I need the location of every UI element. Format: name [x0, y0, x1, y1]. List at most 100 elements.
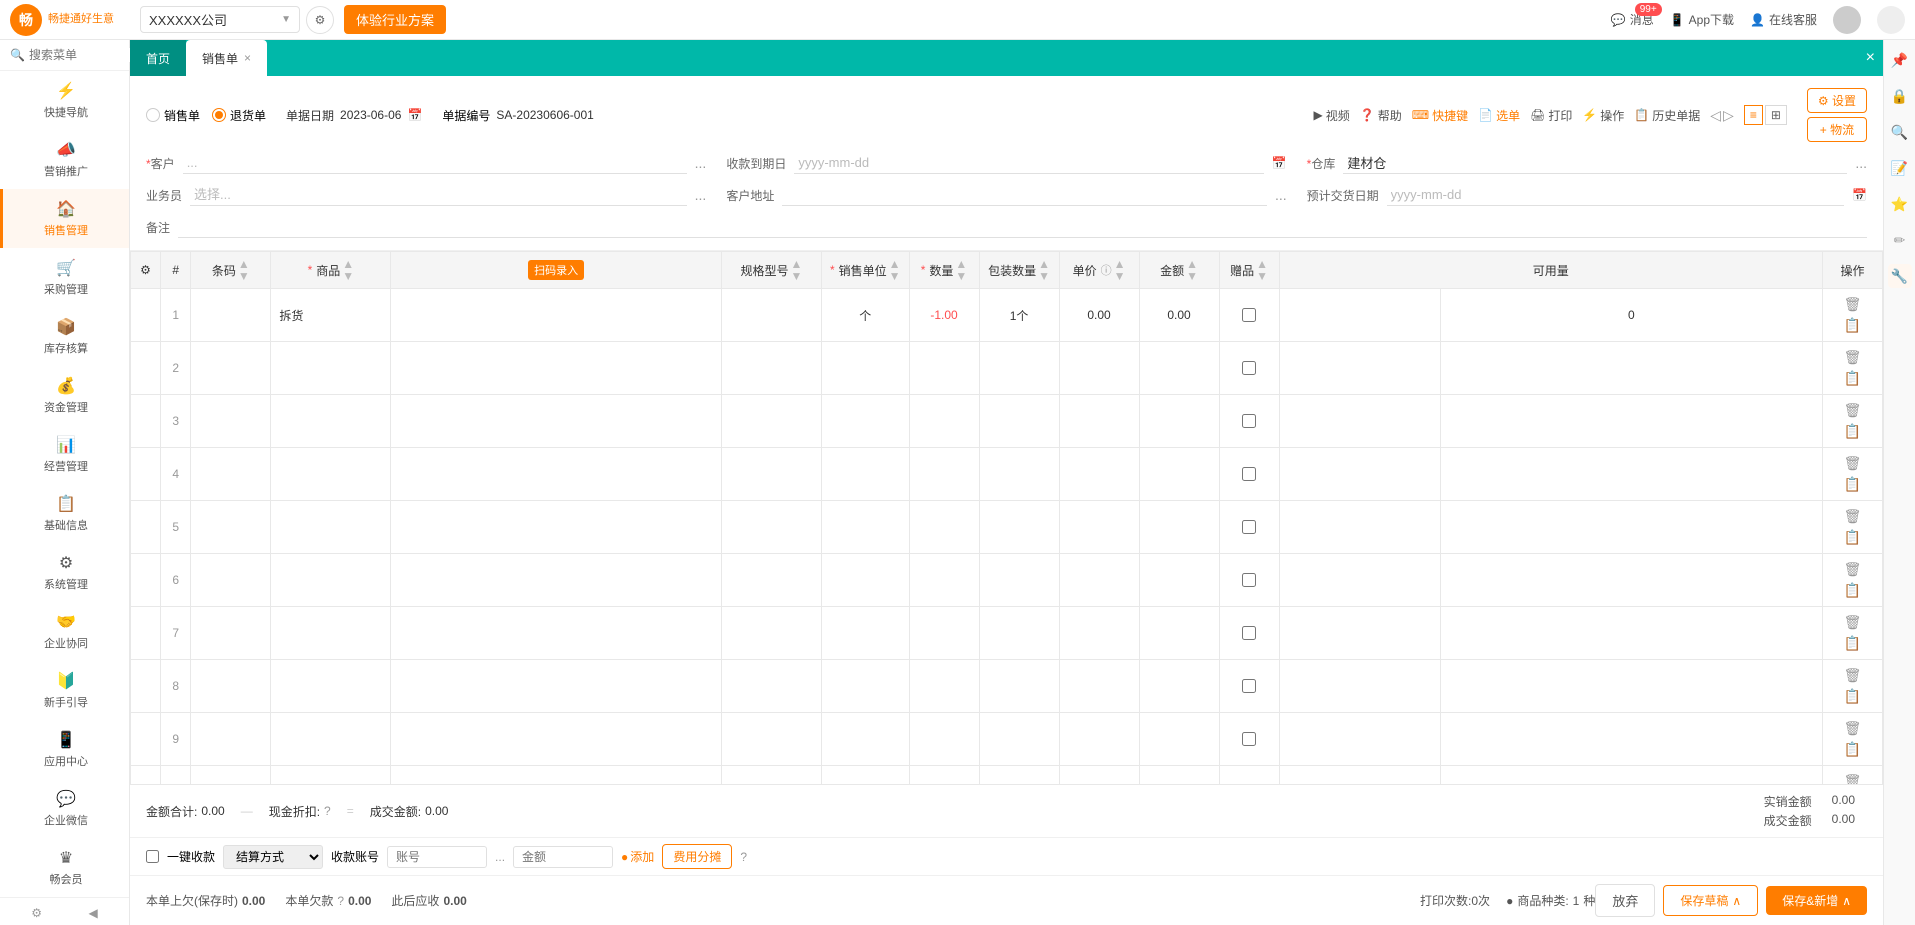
cell-pkg[interactable]	[979, 395, 1059, 448]
cell-qty[interactable]	[909, 342, 979, 395]
cell-pkg[interactable]	[979, 448, 1059, 501]
cell-spec[interactable]	[721, 554, 821, 607]
cell-spec[interactable]	[721, 342, 821, 395]
right-panel-icon-6[interactable]: ✏	[1888, 228, 1912, 252]
cell-unit[interactable]	[821, 554, 909, 607]
gift-checkbox[interactable]	[1242, 732, 1256, 746]
cell-gift[interactable]	[1219, 554, 1279, 607]
customer-address-ellipsis-btn[interactable]: ...	[1275, 187, 1287, 203]
cell-pkg[interactable]	[979, 660, 1059, 713]
app-download-btn[interactable]: 📱 App下载	[1670, 11, 1734, 28]
cell-price[interactable]: 0.00	[1059, 289, 1139, 342]
cell-spec[interactable]	[721, 766, 821, 785]
cell-barcode[interactable]	[191, 713, 271, 766]
settings-icon-btn[interactable]: ⚙	[306, 6, 334, 34]
warehouse-input[interactable]	[1343, 152, 1847, 174]
sidebar-item-inventory[interactable]: 📦 库存核算	[0, 307, 129, 366]
copy-row-btn[interactable]: 📋	[1842, 527, 1863, 548]
toolbar-print-btn[interactable]: 🖨 打印	[1530, 107, 1572, 124]
company-selector[interactable]: XXXXXX公司 ▼	[140, 6, 300, 33]
cell-price[interactable]	[1059, 342, 1139, 395]
sidebar-collapse-icon[interactable]: ◀	[89, 906, 98, 920]
gift-checkbox[interactable]	[1242, 573, 1256, 587]
message-btn[interactable]: 💬 消息 99+	[1611, 11, 1654, 28]
cell-gift[interactable]	[1219, 448, 1279, 501]
cell-barcode[interactable]	[191, 501, 271, 554]
right-panel-icon-2[interactable]: 🔒	[1888, 84, 1912, 108]
copy-row-btn[interactable]: 📋	[1842, 315, 1863, 336]
radio-sales-order[interactable]: 销售单	[146, 107, 200, 124]
gift-checkbox[interactable]	[1242, 361, 1256, 375]
cell-price[interactable]	[1059, 501, 1139, 554]
copy-row-btn[interactable]: 📋	[1842, 474, 1863, 495]
sidebar-item-member[interactable]: ♛ 畅会员	[0, 838, 129, 897]
cell-gift[interactable]	[1219, 766, 1279, 785]
ellipsis-btn[interactable]: ...	[495, 850, 505, 864]
cell-gift[interactable]	[1219, 342, 1279, 395]
cell-pkg[interactable]	[979, 713, 1059, 766]
cell-unit[interactable]	[821, 342, 909, 395]
cell-amount[interactable]	[1139, 448, 1219, 501]
cell-product[interactable]	[271, 713, 391, 766]
cell-qty[interactable]	[909, 607, 979, 660]
cell-barcode[interactable]	[191, 289, 271, 342]
cell-qty[interactable]: -1.00	[909, 289, 979, 342]
cell-qty[interactable]	[909, 660, 979, 713]
toolbar-operate-btn[interactable]: ⚡ 操作	[1582, 107, 1624, 124]
tab-home[interactable]: 首页	[130, 40, 186, 76]
cell-unit[interactable]	[821, 766, 909, 785]
delete-row-btn[interactable]: 🗑	[1842, 718, 1864, 739]
right-panel-icon-7[interactable]: 🔧	[1888, 264, 1912, 288]
delete-row-btn[interactable]: 🗑	[1842, 612, 1864, 633]
cell-barcode[interactable]	[191, 660, 271, 713]
cell-unit[interactable]	[821, 448, 909, 501]
online-service-btn[interactable]: 👤 在线客服	[1750, 11, 1817, 28]
cell-product[interactable]	[271, 554, 391, 607]
calendar-icon[interactable]: 📅	[407, 108, 422, 122]
cell-pkg[interactable]: 1个	[979, 289, 1059, 342]
cell-gift[interactable]	[1219, 607, 1279, 660]
sidebar-item-cooperation[interactable]: 🤝 企业协同	[0, 602, 129, 661]
cell-gift[interactable]	[1219, 289, 1279, 342]
settings-action-btn[interactable]: ⚙ 设置	[1807, 88, 1867, 113]
customer-ellipsis-btn[interactable]: ...	[695, 155, 707, 171]
grid-view-btn[interactable]: ⊞	[1765, 105, 1787, 125]
cell-price[interactable]	[1059, 554, 1139, 607]
cell-barcode[interactable]	[191, 342, 271, 395]
cell-qty[interactable]	[909, 713, 979, 766]
cell-qty[interactable]	[909, 448, 979, 501]
cell-barcode[interactable]	[191, 607, 271, 660]
copy-row-btn[interactable]: 📋	[1842, 368, 1863, 389]
cell-price[interactable]	[1059, 448, 1139, 501]
customer-address-input[interactable]	[782, 184, 1267, 206]
cell-qty[interactable]	[909, 395, 979, 448]
close-window-icon[interactable]: ×	[1866, 49, 1875, 67]
trial-button[interactable]: 体验行业方案	[344, 5, 446, 34]
radio-return-order[interactable]: 退货单	[212, 107, 266, 124]
toolbar-select-btn[interactable]: 📄 选单	[1478, 107, 1520, 124]
cell-unit[interactable]	[821, 713, 909, 766]
cell-amount[interactable]	[1139, 342, 1219, 395]
cell-product[interactable]	[271, 766, 391, 785]
sidebar-settings-icon[interactable]: ⚙	[31, 906, 42, 920]
question-icon[interactable]: ?	[324, 804, 331, 818]
sidebar-item-system[interactable]: ⚙ 系统管理	[0, 543, 129, 602]
copy-row-btn[interactable]: 📋	[1842, 633, 1863, 654]
amount-input[interactable]	[513, 846, 613, 868]
cell-unit[interactable]	[821, 501, 909, 554]
cell-barcode[interactable]	[191, 395, 271, 448]
prev-arrow[interactable]: ◁	[1710, 107, 1721, 124]
cell-product[interactable]	[271, 607, 391, 660]
cell-price[interactable]	[1059, 660, 1139, 713]
toolbar-shortcut-btn[interactable]: ⌨ 快捷键	[1412, 107, 1468, 124]
delete-row-btn[interactable]: 🗑	[1842, 294, 1864, 315]
cell-price[interactable]	[1059, 766, 1139, 785]
sidebar-item-finance[interactable]: 💰 资金管理	[0, 366, 129, 425]
delete-row-btn[interactable]: 🗑	[1842, 665, 1864, 686]
copy-row-btn[interactable]: 📋	[1842, 580, 1863, 601]
th-scan[interactable]: 扫码录入	[391, 252, 722, 289]
cell-qty[interactable]	[909, 766, 979, 785]
cell-product[interactable]: 拆货	[271, 289, 391, 342]
cell-amount[interactable]	[1139, 660, 1219, 713]
cell-spec[interactable]	[721, 713, 821, 766]
